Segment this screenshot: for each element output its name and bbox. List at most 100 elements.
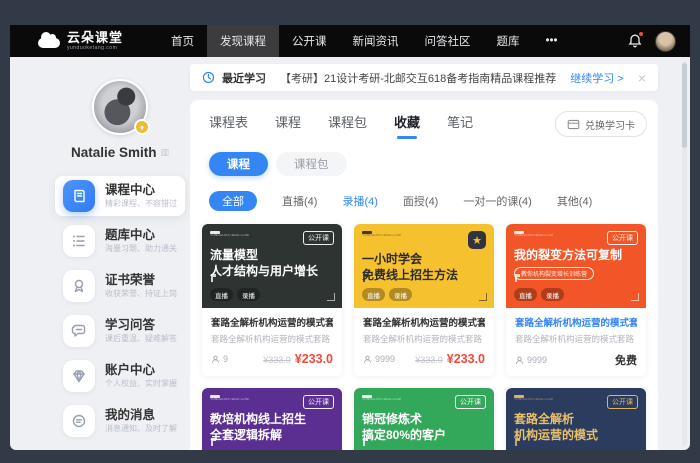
nav-item[interactable]: 问答社区: [412, 25, 484, 57]
course-title[interactable]: 套路全解析机构运营的模式套路: [515, 315, 637, 329]
course-card[interactable]: YUNDUOKETANG.COM 公开课 我的裂变方法可复制 教你机构裂变增长训…: [506, 224, 646, 376]
course-title[interactable]: 套路全解析机构运营的模式套路: [363, 315, 485, 329]
close-banner-icon[interactable]: ×: [638, 71, 646, 85]
cover-title: 套路全解析 机构运营的模式: [514, 412, 599, 443]
filter-item[interactable]: 录播(4): [342, 193, 377, 209]
vip-badge-icon: ♦: [134, 119, 150, 135]
cover-brand-logo: YUNDUOKETANG.COM: [210, 395, 281, 404]
course-card[interactable]: YUNDUOKETANG.COM 公开课 流量模型 人才结构与用户增长 直播 录播 …: [202, 224, 342, 376]
sidebar-item-label: 题库中心: [105, 227, 156, 242]
cover-tags: 直播 录播: [514, 288, 564, 301]
cloud-logo-icon: [38, 32, 60, 48]
nav-right: [627, 30, 676, 52]
notification-dot: [639, 32, 643, 36]
sidebar-item[interactable]: 题库中心海量习题、助力通关: [55, 221, 185, 261]
sidebar-item-desc: 收获荣誉、持证上岗: [105, 289, 177, 299]
nav-item[interactable]: 发现课程: [207, 25, 279, 57]
open-course-badge: 公开课: [455, 395, 486, 409]
scrollbar[interactable]: [682, 61, 687, 446]
filter-item[interactable]: 面授(4): [403, 193, 438, 209]
course-cover-image: YUNDUOKETANG.COM 公开课 套路全解析机构运营的模式 直播录播: [506, 388, 646, 450]
notifications-button[interactable]: [627, 32, 643, 49]
cover-corner-decoration: [479, 293, 487, 301]
cover-tag: 直播: [514, 288, 537, 301]
redeem-card-button[interactable]: 兑换学习卡: [555, 111, 647, 137]
cover-title: 销冠修炼术 搞定80%的客户: [362, 412, 447, 443]
sidebar-item[interactable]: 证书荣誉收获荣誉、持证上岗: [55, 266, 185, 306]
open-course-badge: 公开课: [607, 395, 638, 409]
course-cover-image: YUNDUOKETANG.COM 公开课 教培机构线上招生全套逻辑拆解 直播录播: [202, 388, 342, 450]
clock-icon: [202, 71, 215, 84]
sidebar-item-desc: 个人权益、实时掌握: [105, 379, 177, 389]
tab-课程包[interactable]: 课程包: [328, 112, 367, 131]
nav-menu: 首页 发现课程 公开课 新闻资讯 问答社区 题库 •••: [158, 25, 627, 57]
tab-收藏[interactable]: 收藏: [394, 112, 420, 139]
person-icon: [515, 356, 524, 365]
type-pill[interactable]: 课程: [209, 152, 268, 176]
course-price: 免费: [615, 355, 637, 367]
sidebar-menu: 课程中心 精彩课程、不容错过题库中心海量习题、助力通关证书荣誉收获荣誉、持证上岗学…: [55, 176, 185, 441]
user-avatar[interactable]: [655, 30, 676, 52]
open-course-badge: 公开课: [607, 231, 638, 245]
nav-item[interactable]: 首页: [158, 25, 207, 57]
student-count: 9999: [515, 355, 547, 365]
tab-课程[interactable]: 课程: [275, 112, 301, 131]
sidebar-item-desc: 海量习题、助力通关: [105, 244, 177, 254]
course-price: ¥333.0 ¥233.0: [263, 352, 333, 366]
sidebar-item-label: 课程中心: [105, 182, 156, 197]
open-course-badge: 公开课: [303, 231, 334, 245]
sidebar-item[interactable]: 课程中心 精彩课程、不容错过: [55, 176, 185, 216]
course-price: ¥333.0 ¥233.0: [415, 352, 485, 366]
filter-item[interactable]: 一对一的课(4): [463, 193, 531, 209]
top-navbar: 云朵课堂 yunduoketang.com 首页 发现课程 公开课 新闻资讯 问答社区题…: [10, 25, 690, 57]
open-course-badge: 公开课: [303, 395, 334, 409]
cover-tag: 直播: [362, 288, 385, 301]
browser-window: 云朵课堂 yunduoketang.com 首页 发现课程 公开课 新闻资讯 问答社区题…: [10, 4, 690, 450]
cover-brand-logo: YUNDUOKETANG.COM: [514, 395, 585, 404]
cover-flag-decoration: [515, 438, 519, 446]
nav-item[interactable]: 新闻资讯: [340, 25, 412, 57]
sidebar-item[interactable]: 学习问答 课后重温、疑难解答: [55, 311, 185, 351]
filter-item[interactable]: 其他(4): [557, 193, 592, 209]
course-card[interactable]: YUNDUOKETANG.COM 公开课 套路全解析机构运营的模式 直播录播 套…: [506, 388, 646, 450]
recent-study-label: 最近学习: [222, 72, 266, 85]
cover-title: 一小时学会 免费线上招生方法: [362, 252, 459, 283]
filter-item[interactable]: 全部: [209, 191, 257, 211]
sidebar-item-desc: 课后重温、疑难解答: [105, 334, 177, 344]
course-cover-image: YUNDUOKETANG.COM 公开课 流量模型 人才结构与用户增长 直播 录播: [202, 224, 342, 308]
cover-tag: 录播: [237, 288, 260, 301]
cover-corner-decoration: [327, 293, 335, 301]
scrollbar-thumb[interactable]: [682, 63, 687, 148]
star-badge-icon: ★: [468, 231, 486, 249]
type-pill[interactable]: 课程包: [276, 152, 347, 176]
edit-profile-icon[interactable]: ▥: [161, 147, 170, 158]
desktop-background: 云朵课堂 yunduoketang.com 首页 发现课程 公开课 新闻资讯 问答社区题…: [0, 0, 700, 463]
chat-icon: [63, 315, 95, 347]
cover-flag-decoration: [515, 274, 519, 282]
sidebar-item-label: 证书荣誉: [105, 272, 156, 287]
course-title[interactable]: 套路全解析机构运营的模式套路: [211, 315, 333, 329]
continue-study-link[interactable]: 继续学习 >: [570, 70, 623, 86]
course-card[interactable]: YUNDUOKETANG.COM 公开课 教培机构线上招生全套逻辑拆解 直播录播…: [202, 388, 342, 450]
tab-课程表[interactable]: 课程表: [209, 112, 248, 131]
sidebar-item[interactable]: 账户中心 个人权益、实时掌握: [55, 356, 185, 396]
sidebar-item-label: 我的消息: [105, 407, 156, 422]
cover-tag: 直播: [210, 288, 233, 301]
nav-item[interactable]: 题库: [484, 25, 533, 57]
cover-tags: 直播 录播: [210, 288, 260, 301]
sidebar: ♦ Natalie Smith ▥ 课程中心 精彩课程、不容错过 题库中心 海量习题、…: [55, 79, 185, 446]
person-icon: [211, 355, 220, 364]
recent-study-course: 【考研】21设计考研-北邮交互618备考指南精品课程推荐: [280, 72, 557, 85]
nav-item[interactable]: 公开课: [279, 25, 340, 57]
main-tabs: 课程表 课程 课程包 收藏 笔记 兑换学习卡: [202, 111, 647, 139]
app-logo[interactable]: 云朵课堂 yunduoketang.com: [38, 31, 148, 51]
course-card[interactable]: YUNDUOKETANG.COM 公开课 销冠修炼术搞定80%的客户 直播录播 …: [354, 388, 494, 450]
course-card[interactable]: YUNDUOKETANG.COM ★ 一小时学会 免费线上招生方法 直播 录播 套路…: [354, 224, 494, 376]
card-icon: [567, 119, 580, 130]
nav-item[interactable]: •••: [533, 25, 571, 57]
tab-笔记[interactable]: 笔记: [447, 112, 473, 131]
cover-tag: 录播: [389, 288, 412, 301]
filter-item[interactable]: 直播(4): [282, 193, 317, 209]
course-cover-image: YUNDUOKETANG.COM 公开课 我的裂变方法可复制 教你机构裂变增长训…: [506, 224, 646, 308]
sidebar-item[interactable]: 我的消息 消息通知、及时了解: [55, 401, 185, 441]
